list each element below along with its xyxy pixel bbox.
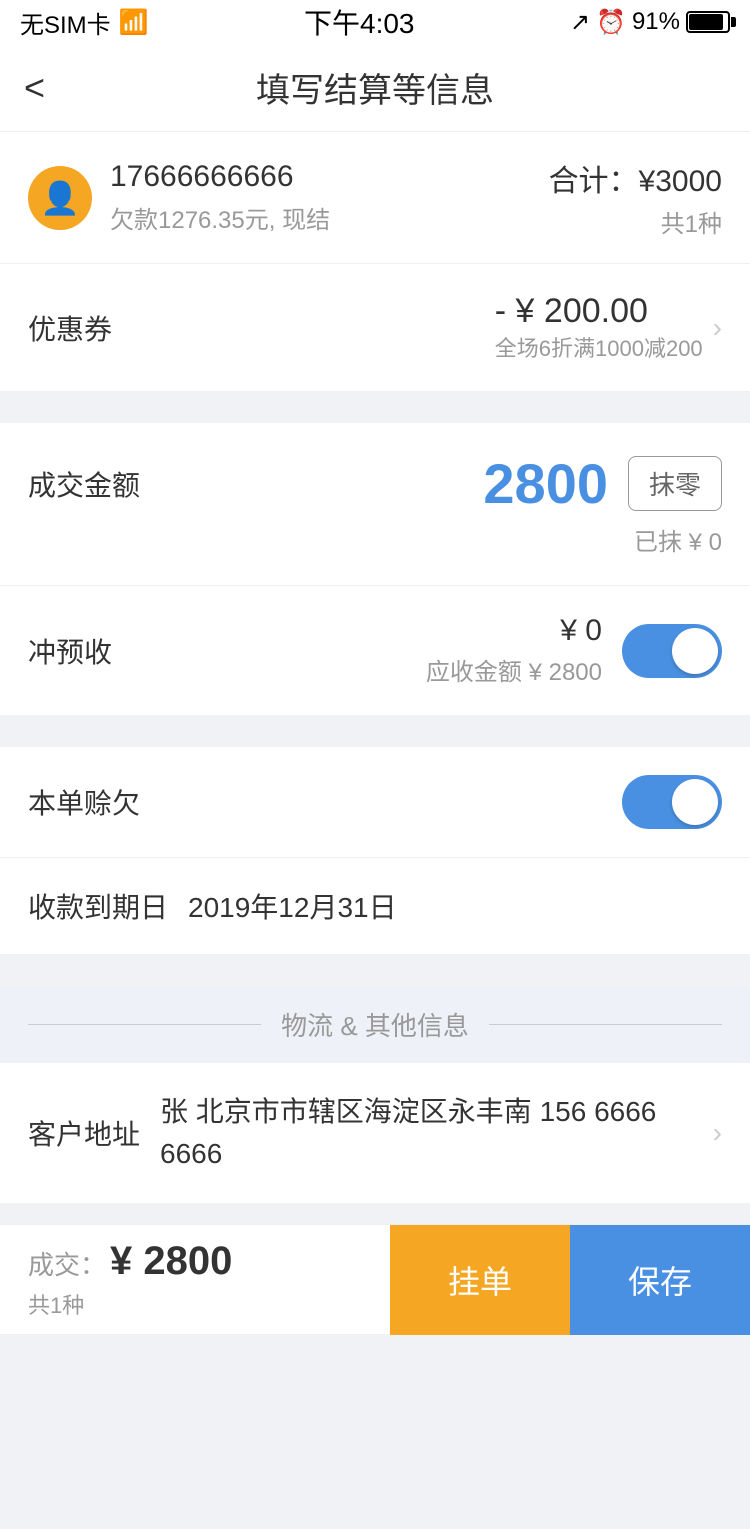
bottom-count: 共1种 bbox=[28, 1288, 362, 1320]
prereceive-label: 冲预收 bbox=[28, 631, 112, 671]
address-chevron-icon: › bbox=[713, 1117, 722, 1149]
prereceive-right: ¥ 0 应收金额 ¥ 2800 bbox=[426, 614, 722, 687]
address-section: 客户地址 张 北京市市辖区海淀区永丰南 156 6666 6666 › bbox=[0, 1063, 750, 1203]
deal-amount-value: 2800 bbox=[483, 451, 608, 516]
debt-toggle[interactable] bbox=[622, 775, 722, 829]
prereceive-sub: 应收金额 ¥ 2800 bbox=[426, 652, 602, 687]
section-divider-1 bbox=[0, 407, 750, 423]
status-left: 无SIM卡 📶 bbox=[20, 5, 149, 40]
logistics-text: 物流 & 其他信息 bbox=[281, 1006, 469, 1043]
customer-left: 👤 17666666666 欠款1276.35元, 现结 bbox=[28, 160, 330, 235]
due-date-section: 收款到期日 2019年12月31日 bbox=[0, 857, 750, 954]
customer-row: 👤 17666666666 欠款1276.35元, 现结 合计：¥3000 共1… bbox=[0, 132, 750, 263]
hold-button[interactable]: 挂单 bbox=[390, 1225, 570, 1335]
bottom-amount: ¥ 2800 bbox=[110, 1239, 232, 1284]
bottom-bar: 成交： ¥ 2800 共1种 挂单 保存 bbox=[0, 1224, 750, 1334]
prereceive-value: ¥ 0 bbox=[426, 614, 602, 648]
time-label: 下午4:03 bbox=[304, 2, 415, 42]
coupon-chevron-icon: › bbox=[713, 312, 722, 344]
section-divider-3 bbox=[0, 970, 750, 986]
logistics-header: 物流 & 其他信息 bbox=[0, 986, 750, 1063]
customer-phone: 17666666666 bbox=[110, 160, 330, 194]
address-label: 客户地址 bbox=[28, 1113, 140, 1153]
deal-amount-card: 成交金额 2800 抹零 已抹 ¥ 0 冲预收 ¥ 0 应收金额 ¥ 2800 bbox=[0, 423, 750, 715]
debt-label: 本单赊欠 bbox=[28, 782, 140, 822]
debt-toggle-knob bbox=[672, 779, 718, 825]
logistics-line-left bbox=[28, 1024, 261, 1025]
total-amount: 合计：¥3000 bbox=[549, 156, 722, 200]
nav-bar: < 填写结算等信息 bbox=[0, 44, 750, 132]
customer-sub-info: 欠款1276.35元, 现结 bbox=[110, 200, 330, 235]
back-button[interactable]: < bbox=[24, 67, 45, 109]
bottom-summary: 成交： ¥ 2800 共1种 bbox=[0, 1239, 390, 1320]
prereceive-row: 冲预收 ¥ 0 应收金额 ¥ 2800 bbox=[28, 614, 722, 687]
due-date-row: 收款到期日 2019年12月31日 bbox=[28, 886, 722, 926]
coupon-right: - ¥ 200.00 全场6折满1000减200 › bbox=[495, 292, 722, 363]
address-row[interactable]: 客户地址 张 北京市市辖区海淀区永丰南 156 6666 6666 › bbox=[28, 1091, 722, 1175]
avatar-icon: 👤 bbox=[40, 179, 80, 217]
customer-right: 合计：¥3000 共1种 bbox=[549, 156, 722, 239]
status-right: ↗ ⏰ 91% bbox=[570, 8, 730, 37]
due-date-value: 2019年12月31日 bbox=[188, 886, 397, 926]
amount-section: 成交金额 2800 抹零 已抹 ¥ 0 bbox=[0, 423, 750, 585]
coupon-row[interactable]: 优惠券 - ¥ 200.00 全场6折满1000减200 › bbox=[0, 263, 750, 391]
carrier-label: 无SIM卡 bbox=[20, 5, 111, 40]
status-bar: 无SIM卡 📶 下午4:03 ↗ ⏰ 91% bbox=[0, 0, 750, 44]
total-count: 共1种 bbox=[549, 204, 722, 239]
customer-info: 17666666666 欠款1276.35元, 现结 bbox=[110, 160, 330, 235]
coupon-detail: 全场6折满1000减200 bbox=[495, 331, 703, 363]
address-card: 客户地址 张 北京市市辖区海淀区永丰南 156 6666 6666 › bbox=[0, 1063, 750, 1203]
battery-icon bbox=[686, 11, 730, 33]
wifi-icon: 📶 bbox=[119, 8, 149, 37]
logistics-line-right bbox=[489, 1024, 722, 1025]
bottom-deal-label: 成交： bbox=[28, 1245, 106, 1282]
battery-percent: 91% bbox=[632, 8, 680, 36]
customer-card: 👤 17666666666 欠款1276.35元, 现结 合计：¥3000 共1… bbox=[0, 132, 750, 391]
deal-amount-label: 成交金额 bbox=[28, 464, 140, 504]
amount-right: 2800 抹零 bbox=[483, 451, 722, 516]
debt-card: 本单赊欠 收款到期日 2019年12月31日 bbox=[0, 747, 750, 954]
page-title: 填写结算等信息 bbox=[256, 63, 494, 112]
section-divider-2 bbox=[0, 731, 750, 747]
bottom-deal-row: 成交： ¥ 2800 bbox=[28, 1239, 362, 1284]
toggle-knob bbox=[672, 628, 718, 674]
coupon-discount: - ¥ 200.00 bbox=[495, 292, 703, 331]
address-value: 张 北京市市辖区海淀区永丰南 156 6666 6666 bbox=[160, 1091, 713, 1175]
round-button[interactable]: 抹零 bbox=[628, 456, 722, 511]
deal-amount-sub: 已抹 ¥ 0 bbox=[28, 522, 722, 557]
debt-row: 本单赊欠 bbox=[28, 775, 722, 829]
prereceive-amount: ¥ 0 应收金额 ¥ 2800 bbox=[426, 614, 602, 687]
coupon-label: 优惠券 bbox=[28, 308, 112, 348]
prereceive-toggle[interactable] bbox=[622, 624, 722, 678]
bottom-spacer bbox=[0, 1419, 750, 1529]
location-icon: ↗ bbox=[570, 8, 590, 37]
avatar: 👤 bbox=[28, 166, 92, 230]
amount-row: 成交金额 2800 抹零 bbox=[28, 451, 722, 516]
prereceive-section: 冲预收 ¥ 0 应收金额 ¥ 2800 bbox=[0, 585, 750, 715]
alarm-icon: ⏰ bbox=[596, 8, 626, 37]
save-button[interactable]: 保存 bbox=[570, 1225, 750, 1335]
debt-section: 本单赊欠 bbox=[0, 747, 750, 857]
due-date-label: 收款到期日 bbox=[28, 886, 168, 926]
